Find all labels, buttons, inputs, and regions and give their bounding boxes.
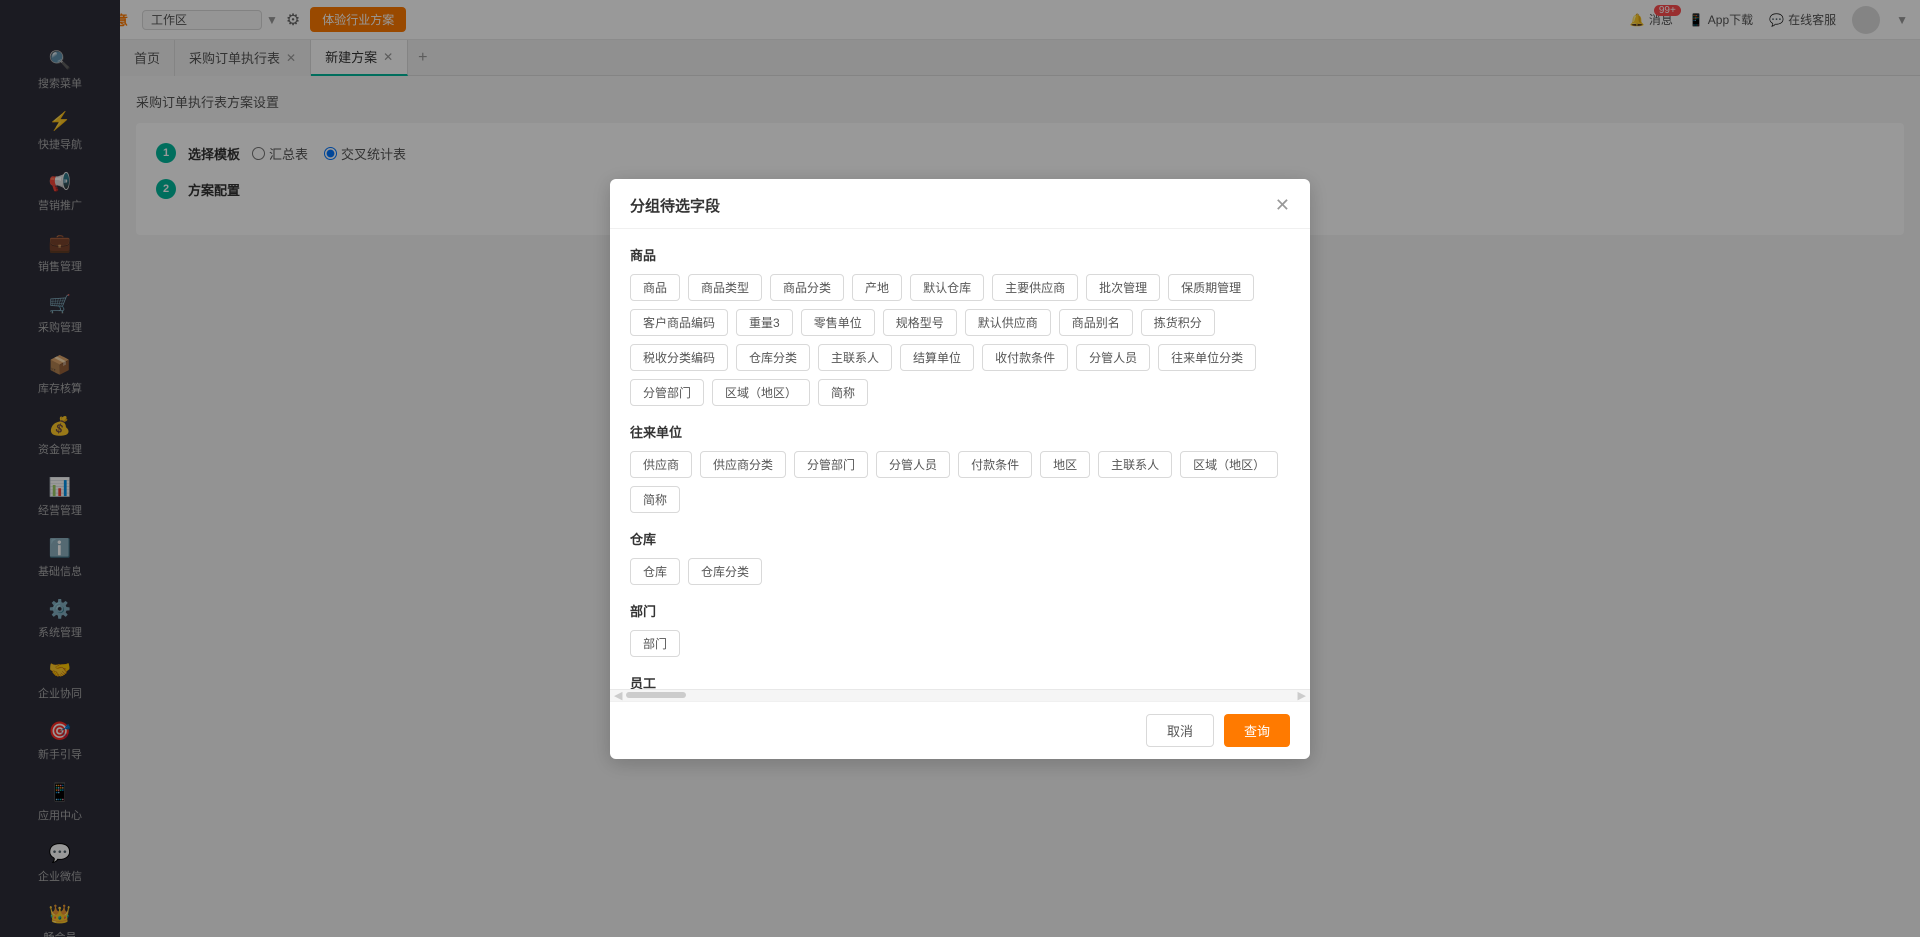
modal-header: 分组待选字段 ✕ [610,179,1310,229]
field-tag-0-23[interactable]: 区域（地区） [712,379,810,406]
field-grid-0: 商品商品类型商品分类产地默认仓库主要供应商批次管理保质期管理客户商品编码重量3 零… [630,274,1290,406]
field-tag-1-3[interactable]: 分管人员 [876,451,950,478]
field-tag-0-22[interactable]: 分管部门 [630,379,704,406]
field-grid-1: 供应商供应商分类分管部门分管人员付款条件地区主联系人区域（地区） 简称 [630,451,1290,513]
field-tag-0-5[interactable]: 主要供应商 [992,274,1078,301]
field-tag-0-17[interactable]: 主联系人 [818,344,892,371]
field-tag-2-1[interactable]: 仓库分类 [688,558,762,585]
field-tag-0-12[interactable]: 默认供应商 [965,309,1051,336]
modal-horizontal-scrollbar: ◀ ▶ [610,689,1310,701]
field-grid-2: 仓库仓库分类 [630,558,1290,585]
field-select-modal: 分组待选字段 ✕ 商品商品商品类型商品分类产地默认仓库主要供应商批次管理保质期管… [610,179,1310,759]
field-tag-0-13[interactable]: 商品别名 [1059,309,1133,336]
section-title-3: 部门 [630,601,1290,620]
field-tag-1-7[interactable]: 区域（地区） [1180,451,1278,478]
field-tag-0-2[interactable]: 商品分类 [770,274,844,301]
modal-close-icon[interactable]: ✕ [1275,195,1290,216]
field-tag-1-4[interactable]: 付款条件 [958,451,1032,478]
confirm-button[interactable]: 查询 [1224,714,1290,747]
section-title-2: 仓库 [630,529,1290,548]
section-title-4: 员工 [630,673,1290,689]
cancel-button[interactable]: 取消 [1146,714,1214,747]
field-tag-0-11[interactable]: 规格型号 [883,309,957,336]
field-tag-0-6[interactable]: 批次管理 [1086,274,1160,301]
modal-title: 分组待选字段 [630,195,720,216]
field-tag-0-10[interactable]: 零售单位 [801,309,875,336]
field-tag-3-0[interactable]: 部门 [630,630,680,657]
field-tag-1-5[interactable]: 地区 [1040,451,1090,478]
field-tag-0-1[interactable]: 商品类型 [688,274,762,301]
field-tag-0-4[interactable]: 默认仓库 [910,274,984,301]
field-tag-0-18[interactable]: 结算单位 [900,344,974,371]
modal-overlay: 分组待选字段 ✕ 商品商品商品类型商品分类产地默认仓库主要供应商批次管理保质期管… [0,0,1920,937]
field-tag-0-19[interactable]: 收付款条件 [982,344,1068,371]
hscroll-thumb[interactable] [626,692,686,698]
field-tag-0-21[interactable]: 往来单位分类 [1158,344,1256,371]
field-tag-1-6[interactable]: 主联系人 [1098,451,1172,478]
field-tag-1-8[interactable]: 简称 [630,486,680,513]
field-tag-0-15[interactable]: 税收分类编码 [630,344,728,371]
field-tag-0-24[interactable]: 简称 [818,379,868,406]
section-title-1: 往来单位 [630,422,1290,441]
field-tag-0-16[interactable]: 仓库分类 [736,344,810,371]
field-tag-1-2[interactable]: 分管部门 [794,451,868,478]
field-tag-1-0[interactable]: 供应商 [630,451,692,478]
section-title-0: 商品 [630,245,1290,264]
field-tag-0-7[interactable]: 保质期管理 [1168,274,1254,301]
modal-body: 商品商品商品类型商品分类产地默认仓库主要供应商批次管理保质期管理客户商品编码重量… [610,229,1310,689]
field-tag-0-14[interactable]: 拣货积分 [1141,309,1215,336]
field-tag-0-8[interactable]: 客户商品编码 [630,309,728,336]
field-tag-1-1[interactable]: 供应商分类 [700,451,786,478]
field-tag-0-20[interactable]: 分管人员 [1076,344,1150,371]
field-grid-3: 部门 [630,630,1290,657]
field-tag-0-9[interactable]: 重量3 [736,309,793,336]
field-tag-2-0[interactable]: 仓库 [630,558,680,585]
modal-footer: 取消 查询 [610,701,1310,759]
field-tag-0-3[interactable]: 产地 [852,274,902,301]
field-tag-0-0[interactable]: 商品 [630,274,680,301]
